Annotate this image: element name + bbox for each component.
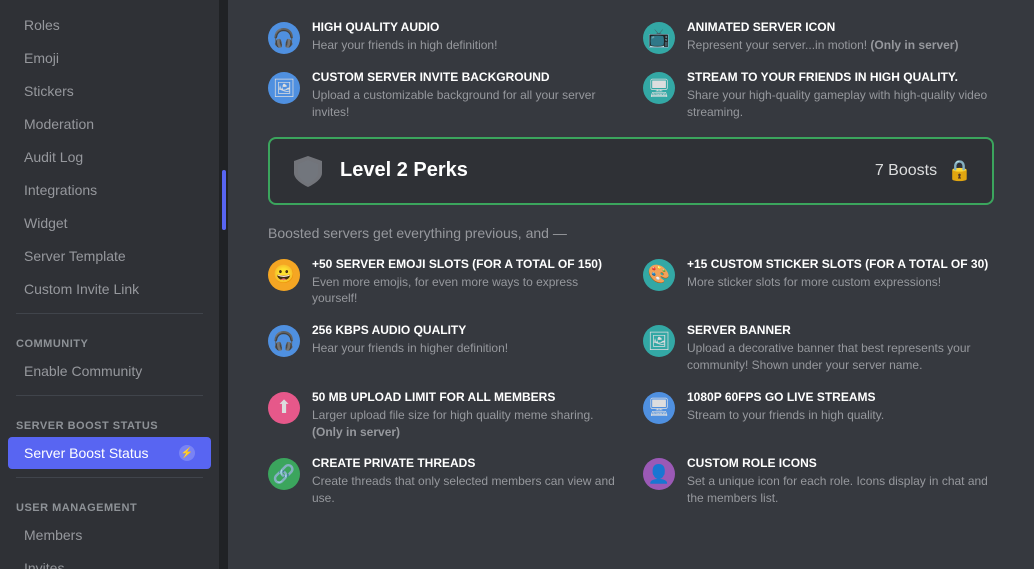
perk-icon-role-icons: 👤 — [643, 458, 675, 490]
sidebar-item-custom-invite-link[interactable]: Custom Invite Link — [8, 273, 211, 305]
sidebar-item-audit-log[interactable]: Audit Log — [8, 141, 211, 173]
perk-text-animated-icon: ANIMATED SERVER ICON Represent your serve… — [687, 20, 958, 54]
perk-desc-custom-invite-bg: Upload a customizable background for all… — [312, 87, 619, 121]
perk-item-custom-invite-bg: 🖼 CUSTOM SERVER INVITE BACKGROUND Upload a… — [268, 70, 619, 121]
perk-text-emoji-slots: +50 SERVER EMOJI SLOTS (FOR A TOTAL OF 1… — [312, 257, 619, 308]
perk-text-sticker-slots: +15 CUSTOM STICKER SLOTS (FOR A TOTAL OF… — [687, 257, 988, 291]
perk-item-role-icons: 👤 CUSTOM ROLE ICONS Set a unique icon for … — [643, 456, 994, 507]
perk-desc-stream-hq: Share your high-quality gameplay with hi… — [687, 87, 994, 121]
sidebar-item-invites[interactable]: Invites — [8, 552, 211, 569]
sidebar-item-moderation[interactable]: Moderation — [8, 108, 211, 140]
perk-text-custom-invite-bg: CUSTOM SERVER INVITE BACKGROUND Upload a … — [312, 70, 619, 121]
sidebar-item-integrations[interactable]: Integrations — [8, 174, 211, 206]
perk-item-private-threads: 🔗 CREATE PRIVATE THREADS Create threads th… — [268, 456, 619, 507]
sidebar-item-server-boost-status[interactable]: Server Boost Status⚡ — [8, 437, 211, 469]
perk-title-high-def-audio: HIGH QUALITY AUDIO — [312, 20, 497, 34]
sidebar-item-enable-community[interactable]: Enable Community — [8, 355, 211, 387]
community-section-label: COMMUNITY — [0, 322, 219, 354]
perk-text-private-threads: CREATE PRIVATE THREADS Create threads tha… — [312, 456, 619, 507]
perk-icon-high-def-audio: 🎧 — [268, 22, 300, 54]
perk-icon-go-live: 🖥 — [643, 392, 675, 424]
perk-desc-high-def-audio: Hear your friends in high definition! — [312, 37, 497, 54]
perk-item-high-def-audio: 🎧 HIGH QUALITY AUDIO Hear your friends in … — [268, 20, 619, 54]
perk-icon-stream-hq: 🖥 — [643, 72, 675, 104]
perk-text-role-icons: CUSTOM ROLE ICONS Set a unique icon for e… — [687, 456, 994, 507]
sidebar-item-members[interactable]: Members — [8, 519, 211, 551]
level-box-right: 7 Boosts 🔒 — [875, 158, 972, 183]
perk-text-stream-hq: STREAM TO YOUR FRIENDS IN HIGH QUALITY. S… — [687, 70, 994, 121]
perk-title-private-threads: CREATE PRIVATE THREADS — [312, 456, 619, 470]
perk-item-sticker-slots: 🎨 +15 CUSTOM STICKER SLOTS (FOR A TOTAL O… — [643, 257, 994, 308]
perk-text-audio-quality: 256 KBPS AUDIO QUALITY Hear your friends … — [312, 323, 508, 357]
sidebar-item-server-template[interactable]: Server Template — [8, 240, 211, 272]
sidebar-item-roles[interactable]: Roles — [8, 9, 211, 41]
perk-desc-upload-limit: Larger upload file size for high quality… — [312, 407, 619, 441]
perks-grid: 😀 +50 SERVER EMOJI SLOTS (FOR A TOTAL OF … — [268, 257, 994, 507]
perk-title-custom-invite-bg: CUSTOM SERVER INVITE BACKGROUND — [312, 70, 619, 84]
perk-title-sticker-slots: +15 CUSTOM STICKER SLOTS (FOR A TOTAL OF… — [687, 257, 988, 271]
sidebar-divider — [16, 313, 203, 314]
perk-text-server-banner: SERVER BANNER Upload a decorative banner … — [687, 323, 994, 374]
scroll-thumb — [222, 170, 226, 230]
perk-icon-upload-limit: ⬆ — [268, 392, 300, 424]
level-2-box: Level 2 Perks 7 Boosts 🔒 — [268, 137, 994, 205]
perk-desc-audio-quality: Hear your friends in higher definition! — [312, 340, 508, 357]
level-shield-icon — [290, 153, 326, 189]
top-perks-grid-1: 🎧 HIGH QUALITY AUDIO Hear your friends in … — [268, 20, 994, 54]
perk-icon-emoji-slots: 😀 — [268, 259, 300, 291]
perk-text-go-live: 1080P 60FPS GO LIVE STREAMS Stream to you… — [687, 390, 884, 424]
server-boost-section-label: SERVER BOOST STATUS — [0, 404, 219, 436]
perk-desc-server-banner: Upload a decorative banner that best rep… — [687, 340, 994, 374]
level-title: Level 2 Perks — [340, 159, 468, 182]
perk-title-server-banner: SERVER BANNER — [687, 323, 994, 337]
sidebar-item-widget[interactable]: Widget — [8, 207, 211, 239]
boost-status-icon: ⚡ — [179, 445, 195, 461]
perk-icon-private-threads: 🔗 — [268, 458, 300, 490]
boosts-count: 7 Boosts — [875, 162, 937, 180]
perk-title-audio-quality: 256 KBPS AUDIO QUALITY — [312, 323, 508, 337]
perk-title-upload-limit: 50 MB UPLOAD LIMIT FOR ALL MEMBERS — [312, 390, 619, 404]
perk-title-stream-hq: STREAM TO YOUR FRIENDS IN HIGH QUALITY. — [687, 70, 994, 84]
scroll-indicator[interactable] — [220, 0, 228, 569]
perk-title-animated-icon: ANIMATED SERVER ICON — [687, 20, 958, 34]
top-perks-grid-2: 🖼 CUSTOM SERVER INVITE BACKGROUND Upload a… — [268, 70, 994, 121]
perk-desc-sticker-slots: More sticker slots for more custom expre… — [687, 274, 988, 291]
perk-icon-server-banner: 🖼 — [643, 325, 675, 357]
sidebar-divider-3 — [16, 477, 203, 478]
perk-item-go-live: 🖥 1080P 60FPS GO LIVE STREAMS Stream to yo… — [643, 390, 994, 441]
perk-item-audio-quality: 🎧 256 KBPS AUDIO QUALITY Hear your friends… — [268, 323, 619, 374]
perk-item-stream-hq: 🖥 STREAM TO YOUR FRIENDS IN HIGH QUALITY.… — [643, 70, 994, 121]
sidebar-item-stickers[interactable]: Stickers — [8, 75, 211, 107]
level-box-left: Level 2 Perks — [290, 153, 468, 189]
perk-desc-go-live: Stream to your friends in high quality. — [687, 407, 884, 424]
perk-desc-animated-icon: Represent your server...in motion! (Only… — [687, 37, 958, 54]
perk-desc-emoji-slots: Even more emojis, for even more ways to … — [312, 274, 619, 308]
perk-item-upload-limit: ⬆ 50 MB UPLOAD LIMIT FOR ALL MEMBERS Large… — [268, 390, 619, 441]
perk-item-emoji-slots: 😀 +50 SERVER EMOJI SLOTS (FOR A TOTAL OF … — [268, 257, 619, 308]
sidebar-divider-2 — [16, 395, 203, 396]
boosted-intro: Boosted servers get everything previous,… — [268, 225, 994, 241]
perk-desc-role-icons: Set a unique icon for each role. Icons d… — [687, 473, 994, 507]
perk-title-go-live: 1080P 60FPS GO LIVE STREAMS — [687, 390, 884, 404]
lock-icon: 🔒 — [947, 158, 972, 183]
perk-icon-audio-quality: 🎧 — [268, 325, 300, 357]
perk-title-emoji-slots: +50 SERVER EMOJI SLOTS (FOR A TOTAL OF 1… — [312, 257, 619, 271]
perk-icon-custom-invite-bg: 🖼 — [268, 72, 300, 104]
perk-item-server-banner: 🖼 SERVER BANNER Upload a decorative banner… — [643, 323, 994, 374]
perk-text-upload-limit: 50 MB UPLOAD LIMIT FOR ALL MEMBERS Larger… — [312, 390, 619, 441]
perk-item-animated-icon: 📺 ANIMATED SERVER ICON Represent your serv… — [643, 20, 994, 54]
sidebar: RolesEmojiStickersModerationAudit LogInt… — [0, 0, 220, 569]
main-content: 🎧 HIGH QUALITY AUDIO Hear your friends in … — [228, 0, 1034, 569]
perk-icon-animated-icon: 📺 — [643, 22, 675, 54]
sidebar-item-emoji[interactable]: Emoji — [8, 42, 211, 74]
user-management-section-label: USER MANAGEMENT — [0, 486, 219, 518]
perk-desc-private-threads: Create threads that only selected member… — [312, 473, 619, 507]
perk-icon-sticker-slots: 🎨 — [643, 259, 675, 291]
perk-text-high-def-audio: HIGH QUALITY AUDIO Hear your friends in h… — [312, 20, 497, 54]
perk-title-role-icons: CUSTOM ROLE ICONS — [687, 456, 994, 470]
